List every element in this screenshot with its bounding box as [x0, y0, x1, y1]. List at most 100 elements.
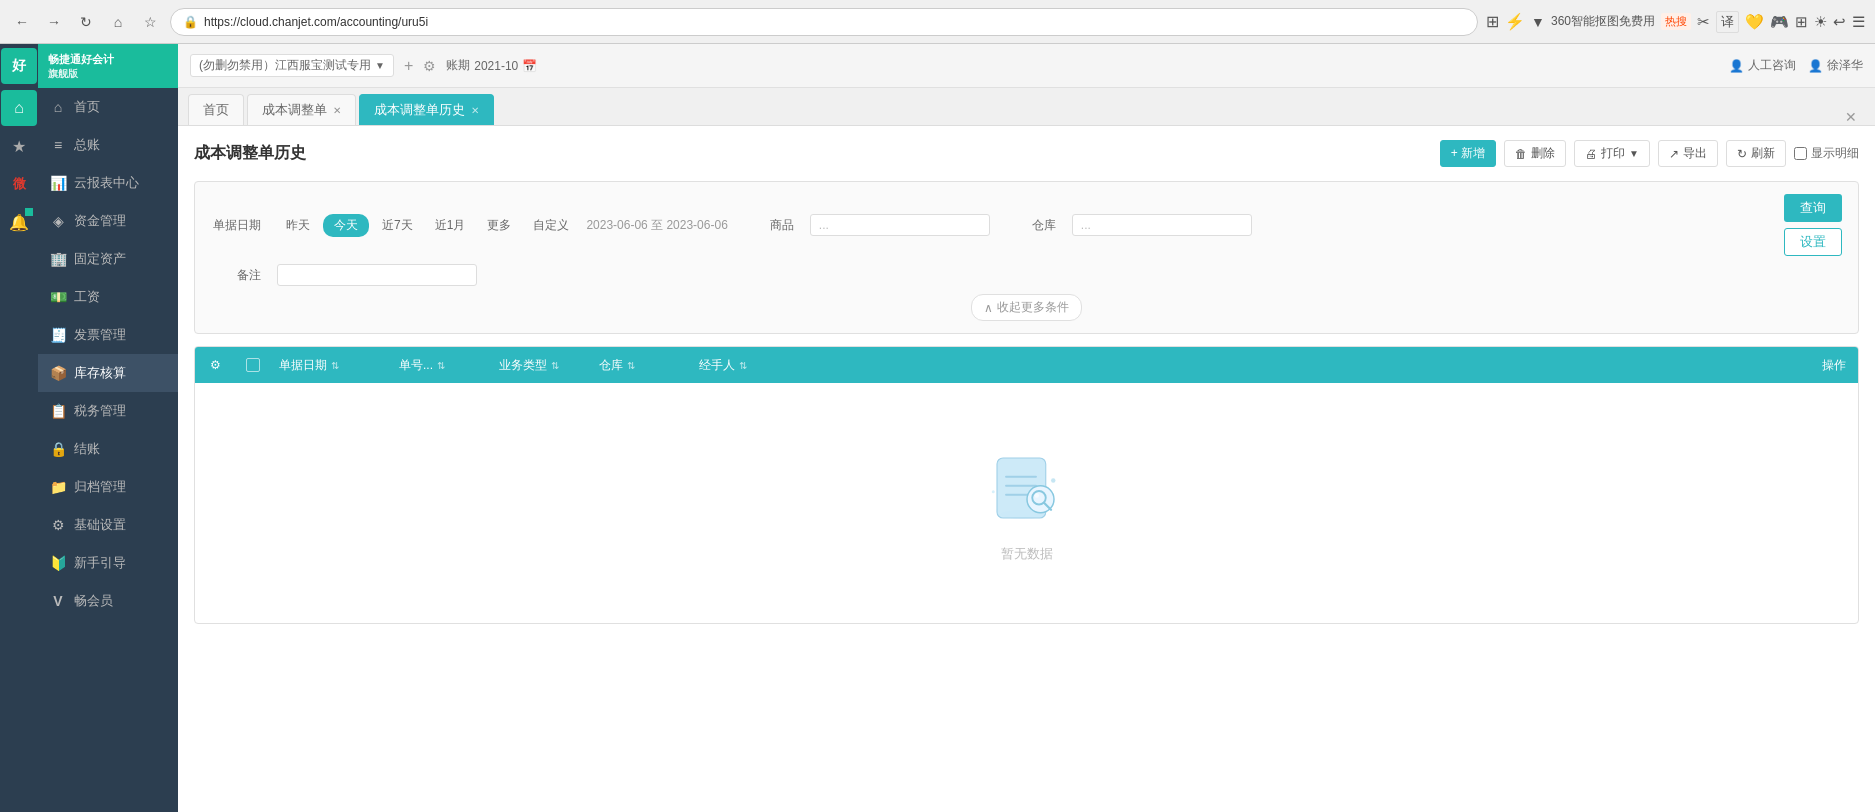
sidebar-item-invoice[interactable]: 🧾 发票管理 [38, 316, 178, 354]
refresh-button[interactable]: ↻ [74, 10, 98, 34]
tab-cost-adjust-history-close[interactable]: ✕ [471, 105, 479, 116]
settings-gear-icon[interactable]: ⚙ [423, 58, 436, 74]
date-option-today[interactable]: 今天 [323, 214, 369, 237]
th-warehouse[interactable]: 仓库 ⇅ [591, 357, 691, 374]
sidebar-item-label: 畅会员 [74, 592, 113, 610]
settings-icon: ⚙ [50, 517, 66, 533]
sidebar-item-member[interactable]: V 畅会员 [38, 582, 178, 620]
th-handler[interactable]: 经手人 ⇅ [691, 357, 811, 374]
game-icon[interactable]: 🎮 [1770, 13, 1789, 31]
home-button[interactable]: ⌂ [106, 10, 130, 34]
period-label: 账期 [446, 57, 470, 74]
tab-home[interactable]: 首页 [188, 94, 244, 125]
remark-input[interactable] [277, 264, 477, 286]
th-actions: 操作 [1810, 357, 1858, 374]
service-label: 人工咨询 [1748, 57, 1796, 74]
tab-cost-adjust[interactable]: 成本调整单 ✕ [247, 94, 356, 125]
collapse-btn[interactable]: ∧ 收起更多条件 [971, 294, 1082, 321]
th-settings[interactable]: ⚙ [195, 358, 235, 372]
print-icon: 🖨 [1585, 147, 1597, 161]
tab-cost-adjust-history-label: 成本调整单历史 [374, 101, 465, 119]
forward-button[interactable]: → [42, 10, 66, 34]
back-button[interactable]: ← [10, 10, 34, 34]
bookmark-button[interactable]: ☆ [138, 10, 162, 34]
icon-bar: 好 ⌂ ★ 微 🔔 [0, 44, 38, 812]
delete-button[interactable]: 🗑 删除 [1504, 140, 1566, 167]
dropdown-arrow[interactable]: ▼ [1531, 14, 1545, 30]
account-selector[interactable]: (勿删勿禁用）江西服宝测试专用 ▼ [190, 54, 394, 77]
warehouse-select[interactable]: ... [1072, 214, 1252, 236]
product-select[interactable]: ... [810, 214, 990, 236]
wallet-icon[interactable]: 💛 [1745, 13, 1764, 31]
undo-icon[interactable]: ↩ [1833, 13, 1846, 31]
menu-icon[interactable]: ☰ [1852, 13, 1865, 31]
date-option-yesterday[interactable]: 昨天 [277, 214, 319, 237]
sidebar-item-ledger[interactable]: ≡ 总账 [38, 126, 178, 164]
url-bar[interactable]: 🔒 https://cloud.chanjet.com/accounting/u… [170, 8, 1478, 36]
query-button[interactable]: 查询 [1784, 194, 1842, 222]
new-button[interactable]: + 新增 [1440, 140, 1496, 167]
date-option-custom[interactable]: 自定义 [524, 214, 578, 237]
th-type-label: 业务类型 [499, 357, 547, 374]
print-button[interactable]: 🖨 打印 ▼ [1574, 140, 1650, 167]
th-type[interactable]: 业务类型 ⇅ [491, 357, 591, 374]
date-option-last7days[interactable]: 近7天 [373, 214, 422, 237]
guide-icon: 🔰 [50, 555, 66, 571]
column-settings-icon[interactable]: ⚙ [210, 358, 221, 372]
sidebar-item-reports[interactable]: 📊 云报表中心 [38, 164, 178, 202]
grid-icon[interactable]: ⊞ [1795, 13, 1808, 31]
sidebar-item-settings[interactable]: ⚙ 基础设置 [38, 506, 178, 544]
th-checkbox[interactable] [235, 358, 271, 372]
sidebar-item-payroll[interactable]: 💵 工资 [38, 278, 178, 316]
icon-bar-star[interactable]: ★ [1, 128, 37, 164]
filter-area: 单据日期 昨天 今天 近7天 近1月 更多 自定义 2023-06-06 至 2… [194, 181, 1859, 334]
translate-icon[interactable]: 译 [1716, 11, 1739, 33]
sidebar-nav: ⌂ 首页 ≡ 总账 📊 云报表中心 ◈ 资金管理 🏢 固定资产 💵 工资 [38, 88, 178, 812]
sidebar-item-label: 基础设置 [74, 516, 126, 534]
tab-cost-adjust-history[interactable]: 成本调整单历史 ✕ [359, 94, 494, 125]
sidebar-item-funds[interactable]: ◈ 资金管理 [38, 202, 178, 240]
url-text: https://cloud.chanjet.com/accounting/uru… [204, 15, 428, 29]
add-account-btn[interactable]: + [404, 57, 413, 75]
date-option-more[interactable]: 更多 [478, 214, 520, 237]
sidebar-item-home[interactable]: ⌂ 首页 [38, 88, 178, 126]
th-date[interactable]: 单据日期 ⇅ [271, 357, 391, 374]
calendar-icon[interactable]: 📅 [522, 59, 537, 73]
service-btn[interactable]: 👤 人工咨询 [1729, 57, 1796, 74]
print-label: 打印 [1601, 145, 1625, 162]
refresh-button[interactable]: ↻ 刷新 [1726, 140, 1786, 167]
export-button[interactable]: ↗ 导出 [1658, 140, 1718, 167]
filter-settings-button[interactable]: 设置 [1784, 228, 1842, 256]
icon-bar-notification[interactable]: 🔔 [1, 204, 37, 240]
user-profile[interactable]: 👤 徐泽华 [1808, 57, 1863, 74]
sidebar-item-close-period[interactable]: 🔒 结账 [38, 430, 178, 468]
product-placeholder: ... [819, 218, 829, 232]
show-detail-label[interactable]: 显示明细 [1794, 145, 1859, 162]
tab-cost-adjust-close[interactable]: ✕ [333, 105, 341, 116]
icon-bar-weibo[interactable]: 微 [1, 166, 37, 202]
close-period-icon: 🔒 [50, 441, 66, 457]
select-all-checkbox[interactable] [246, 358, 260, 372]
th-type-sort-icon: ⇅ [551, 360, 559, 371]
icon-bar-home[interactable]: ⌂ [1, 90, 37, 126]
archive-icon: 📁 [50, 479, 66, 495]
th-no[interactable]: 单号... ⇅ [391, 357, 491, 374]
sidebar-item-tax[interactable]: 📋 税务管理 [38, 392, 178, 430]
sidebar-item-archive[interactable]: 📁 归档管理 [38, 468, 178, 506]
app-container: 好 ⌂ ★ 微 🔔 畅捷通好会计 旗舰版 ⌂ 首页 ≡ 总账 [0, 44, 1875, 812]
date-option-last1month[interactable]: 近1月 [426, 214, 475, 237]
extensions-icon[interactable]: ⊞ [1486, 12, 1499, 31]
hot-label: 热搜 [1661, 13, 1691, 30]
brightness-icon[interactable]: ☀ [1814, 13, 1827, 31]
sidebar-item-fixed-assets[interactable]: 🏢 固定资产 [38, 240, 178, 278]
sidebar-item-inventory[interactable]: 📦 库存核算 [38, 354, 178, 392]
lightning-icon[interactable]: ⚡ [1505, 12, 1525, 31]
export-label: 导出 [1683, 145, 1707, 162]
page-actions: + 新增 🗑 删除 🖨 打印 ▼ ↗ 导出 ↻ [1440, 140, 1859, 167]
tab-bar-close-all[interactable]: ✕ [1837, 109, 1865, 125]
scissors-icon[interactable]: ✂ [1697, 13, 1710, 31]
member-icon: V [50, 593, 66, 609]
th-date-label: 单据日期 [279, 357, 327, 374]
sidebar-item-guide[interactable]: 🔰 新手引导 [38, 544, 178, 582]
show-detail-checkbox[interactable] [1794, 147, 1807, 160]
